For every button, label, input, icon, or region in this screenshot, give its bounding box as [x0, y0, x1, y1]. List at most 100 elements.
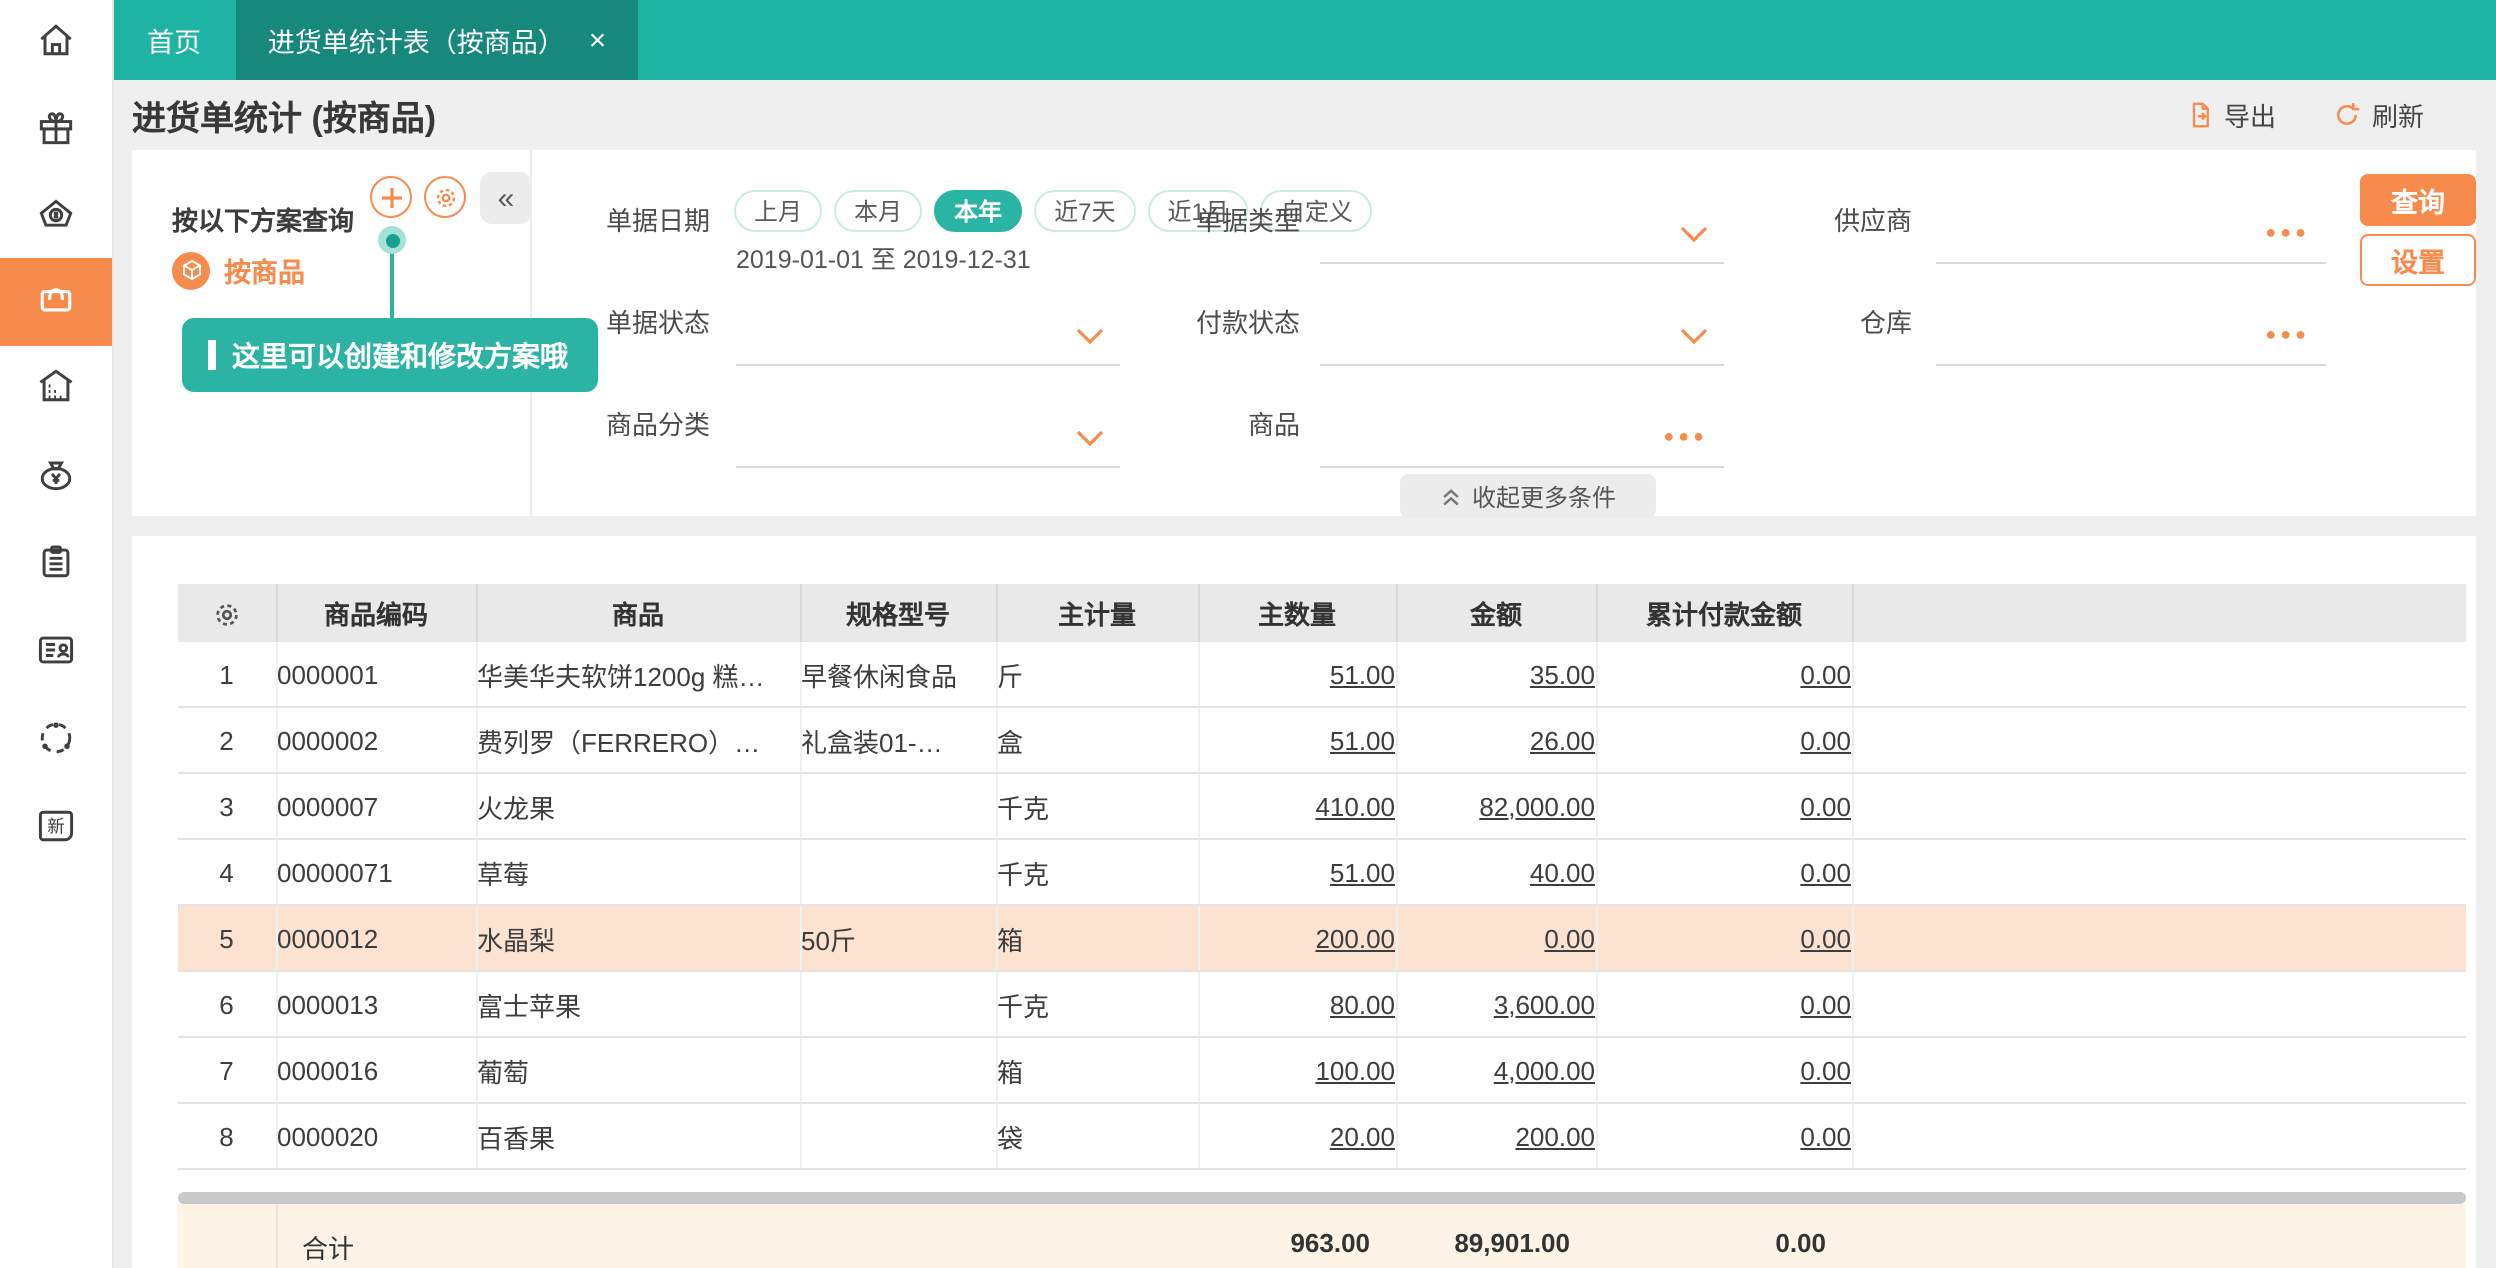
category-select[interactable]	[736, 418, 1120, 468]
sidebar-item-funds[interactable]	[0, 434, 112, 522]
pay-status-select[interactable]	[1320, 316, 1724, 366]
horizontal-scrollbar[interactable]	[178, 1192, 2466, 1204]
qty-link[interactable]: 51.00	[1330, 857, 1395, 887]
table-row[interactable]: 8 0000020 百香果 袋 20.00 200.00 0.00	[178, 1103, 2466, 1170]
date-pill[interactable]: 上月	[734, 190, 823, 232]
cell-spec	[800, 1103, 997, 1170]
amount-link[interactable]: 4,000.00	[1494, 1055, 1595, 1085]
totals-row: 合计 963.00 89,901.00 0.00	[178, 1204, 2466, 1268]
scheme-item-by-product[interactable]: 按商品	[172, 250, 305, 290]
cell-product-name: 草莓	[476, 839, 801, 906]
sidebar-item-home[interactable]	[0, 0, 112, 88]
date-pill[interactable]: 近7天	[1034, 190, 1136, 232]
cell-product-name: 百香果	[476, 1103, 801, 1170]
tooltip-anchor-dot	[378, 226, 406, 254]
cell-product-name: 火龙果	[476, 773, 801, 840]
doc-type-select[interactable]	[1320, 214, 1724, 264]
supplier-picker[interactable]: ●●●	[1936, 214, 2326, 264]
table-row[interactable]: 4 00000071 草莓 千克 51.00 40.00 0.00	[178, 839, 2466, 906]
amount-link[interactable]: 40.00	[1530, 857, 1595, 887]
paid-link[interactable]: 0.00	[1800, 791, 1851, 821]
col-header: 规格型号	[800, 584, 997, 642]
cell-spec	[800, 839, 997, 906]
cell-spec: 礼盒装01-…	[800, 707, 997, 774]
cell-unit: 千克	[996, 839, 1199, 906]
cell-filler	[1852, 1037, 2466, 1104]
cell-row-index: 7	[178, 1037, 277, 1104]
amount-link[interactable]: 26.00	[1530, 725, 1595, 755]
sidebar-item-purchase[interactable]	[0, 258, 112, 346]
collapse-more-filters-button[interactable]: 收起更多条件	[1400, 474, 1656, 518]
date-pill[interactable]: 本年	[934, 190, 1023, 232]
add-scheme-button[interactable]	[370, 176, 412, 218]
amount-link[interactable]: 3,600.00	[1494, 989, 1595, 1019]
paid-link[interactable]: 0.00	[1800, 659, 1851, 689]
cell-qty: 80.00	[1198, 971, 1397, 1038]
cell-unit: 盒	[996, 707, 1199, 774]
refresh-button[interactable]: 刷新	[2332, 96, 2424, 134]
table-row[interactable]: 3 0000007 火龙果 千克 410.00 82,000.00 0.00	[178, 773, 2466, 840]
qty-link[interactable]: 51.00	[1330, 725, 1395, 755]
tab-home[interactable]: 首页	[112, 0, 236, 80]
amount-link[interactable]: 82,000.00	[1479, 791, 1595, 821]
cell-unit: 袋	[996, 1103, 1199, 1170]
qty-link[interactable]: 200.00	[1315, 923, 1395, 953]
column-settings-gear-icon[interactable]	[178, 584, 277, 642]
table-row[interactable]: 1 0000001 华美华夫软饼1200g 糕… 早餐休闲食品斤 51.00 35.00 0…	[178, 642, 2466, 708]
cell-product-code: 0000012	[276, 905, 477, 972]
cell-product-name: 水晶梨	[476, 905, 801, 972]
col-header: 金额	[1396, 584, 1597, 642]
collapse-scheme-panel-button[interactable]: «	[480, 172, 532, 224]
cell-product-name: 葡萄	[476, 1037, 801, 1104]
cell-filler	[1852, 905, 2466, 972]
filter-label-warehouse: 仓库	[1859, 308, 1912, 338]
product-picker[interactable]: ●●●	[1320, 418, 1724, 468]
table-row[interactable]: 6 0000013 富士苹果 千克 80.00 3,600.00 0.00	[178, 971, 2466, 1038]
query-button[interactable]: 查询	[2360, 174, 2476, 226]
sidebar-item-new[interactable]: 新	[0, 786, 112, 874]
new-icon: 新	[34, 803, 78, 857]
amount-link[interactable]: 0.00	[1544, 923, 1595, 953]
paid-link[interactable]: 0.00	[1800, 1055, 1851, 1085]
date-pill[interactable]: 本月	[834, 190, 923, 232]
cell-paid: 0.00	[1596, 642, 1853, 708]
paid-link[interactable]: 0.00	[1800, 857, 1851, 887]
paid-link[interactable]: 0.00	[1800, 989, 1851, 1019]
table-panel: 商品编码 商品 规格型号 主计量 主数量 金额 累计付款金额 1 0000001 华美华夫软饼12…	[132, 536, 2476, 1268]
page-title: 进货单统计 (按商品)	[132, 100, 437, 138]
settings-button[interactable]: 设置	[2360, 234, 2476, 286]
doc-status-select[interactable]	[736, 316, 1120, 366]
paid-link[interactable]: 0.00	[1800, 923, 1851, 953]
double-chevron-left-icon: «	[497, 181, 515, 215]
tab-purchase-stats[interactable]: 进货单统计表（按商品） ×	[236, 0, 638, 80]
qty-link[interactable]: 20.00	[1330, 1121, 1395, 1151]
cell-amount: 4,000.00	[1396, 1037, 1597, 1104]
warehouse-picker[interactable]: ●●●	[1936, 316, 2326, 366]
amount-link[interactable]: 35.00	[1530, 659, 1595, 689]
app-root: 新 首页 进货单统计表（按商品） × 进货单统计 (按商品) 导出 刷新 按以下…	[0, 0, 2496, 1268]
gear-icon	[435, 187, 455, 207]
sidebar-item-contacts[interactable]	[0, 610, 112, 698]
sidebar-item-share[interactable]	[0, 698, 112, 786]
cell-spec	[800, 971, 997, 1038]
paid-link[interactable]: 0.00	[1800, 1121, 1851, 1151]
table-row[interactable]: 5 0000012 水晶梨 50斤箱 200.00 0.00 0.00	[178, 905, 2466, 972]
qty-link[interactable]: 80.00	[1330, 989, 1395, 1019]
table-row[interactable]: 2 0000002 费列罗（FERRERO）… 礼盒装01-… 盒 51.00 26.00 0…	[178, 707, 2466, 774]
close-icon[interactable]: ×	[589, 25, 607, 55]
amount-link[interactable]: 200.00	[1515, 1121, 1595, 1151]
sidebar-item-warehouse[interactable]	[0, 346, 112, 434]
scheme-settings-button[interactable]	[424, 176, 466, 218]
qty-link[interactable]: 410.00	[1315, 791, 1395, 821]
qty-link[interactable]: 100.00	[1315, 1055, 1395, 1085]
qty-link[interactable]: 51.00	[1330, 659, 1395, 689]
sidebar-item-gift[interactable]	[0, 88, 112, 176]
paid-link[interactable]: 0.00	[1800, 725, 1851, 755]
funds-icon	[34, 451, 78, 505]
sidebar-item-sales[interactable]	[0, 176, 112, 264]
sidebar-item-orders[interactable]	[0, 522, 112, 610]
cell-filler	[1852, 1103, 2466, 1170]
tab-home-label: 首页	[147, 28, 201, 58]
export-button[interactable]: 导出	[2184, 96, 2276, 134]
table-row[interactable]: 7 0000016 葡萄 箱 100.00 4,000.00 0.00	[178, 1037, 2466, 1104]
